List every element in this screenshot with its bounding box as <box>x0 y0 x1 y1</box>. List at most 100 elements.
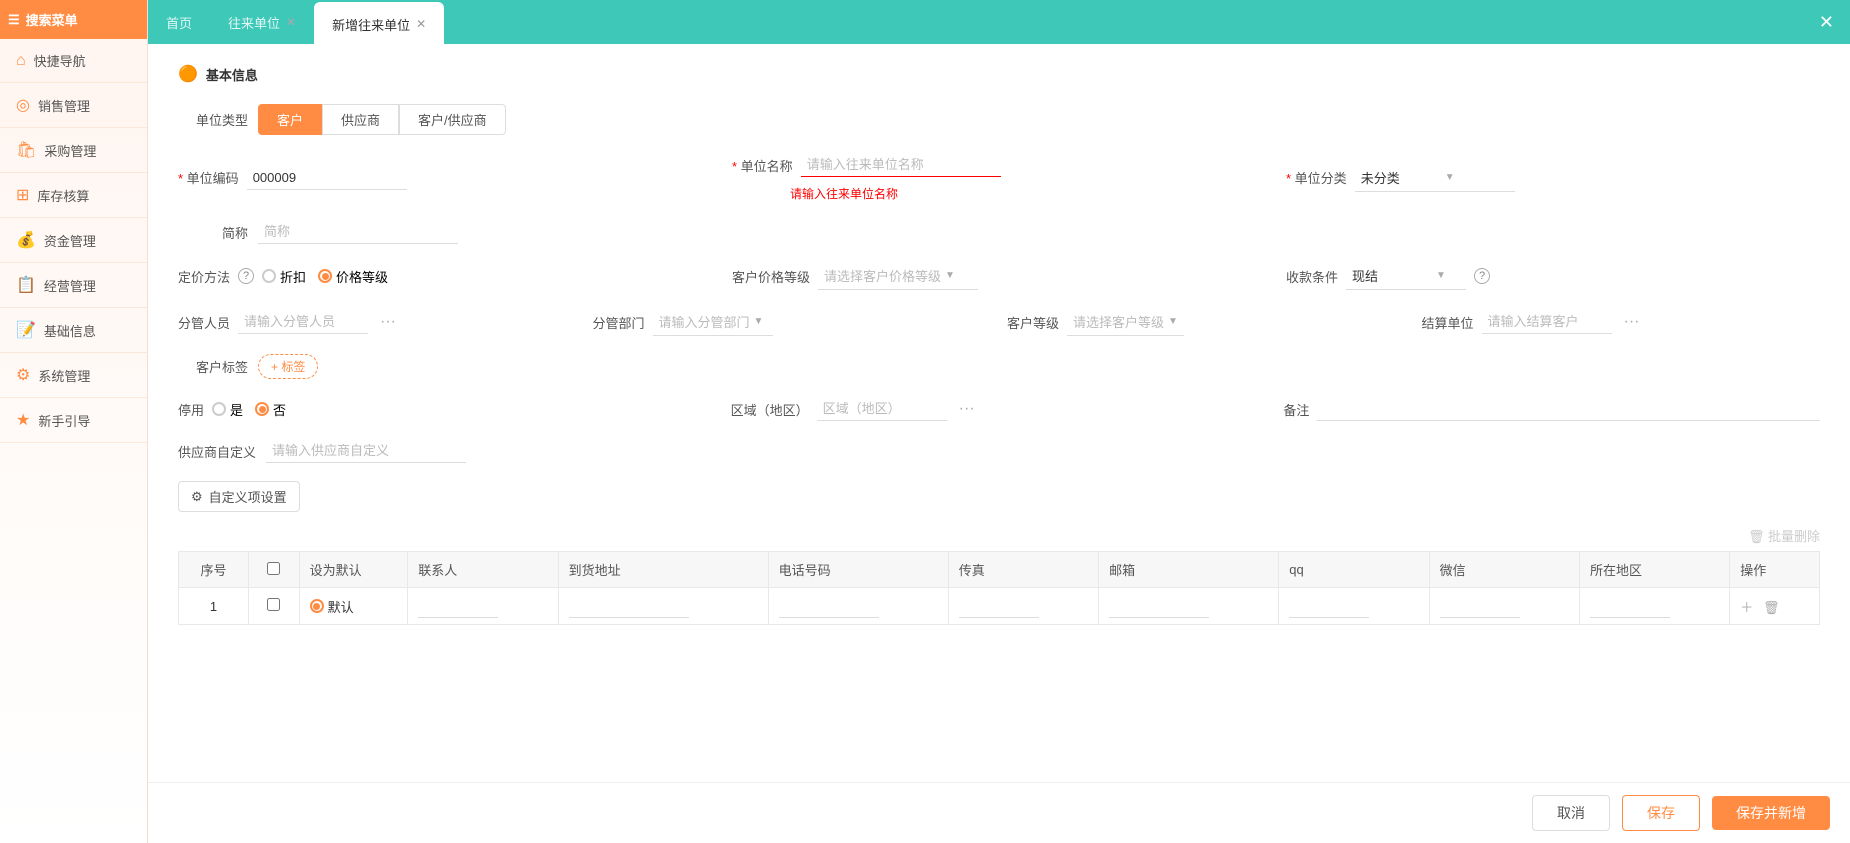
no-radio-circle <box>255 402 269 416</box>
fax-input[interactable] <box>959 594 1039 618</box>
batch-delete-button[interactable]: 🗑 批量删除 <box>178 526 1820 545</box>
settlement-more-icon[interactable]: ··· <box>1620 313 1644 331</box>
tab-home-label: 首页 <box>166 13 192 32</box>
row-qq[interactable] <box>1279 588 1429 625</box>
disable-radio-yes[interactable]: 是 <box>212 400 243 419</box>
row-email[interactable] <box>1099 588 1279 625</box>
disable-radio-no[interactable]: 否 <box>255 400 286 419</box>
cell-unit-name: 单位名称 请输入往来单位名称 <box>732 153 1266 202</box>
custom-settings-label: 自定义项设置 <box>209 487 287 506</box>
add-tag-button[interactable]: + 标签 <box>258 354 318 379</box>
unit-category-label: 单位分类 <box>1286 168 1347 187</box>
cancel-button[interactable]: 取消 <box>1532 795 1610 831</box>
row-actions: ＋ 🗑 <box>1730 588 1820 625</box>
unit-name-input[interactable] <box>801 153 1001 177</box>
short-name-input[interactable] <box>258 220 458 244</box>
area-input[interactable] <box>1590 594 1670 618</box>
row-fax[interactable] <box>948 588 1098 625</box>
col-area: 所在地区 <box>1579 552 1729 588</box>
inventory-icon: ⊞ <box>16 185 29 205</box>
custom-settings-button[interactable]: ⚙ 自定义项设置 <box>178 481 300 512</box>
qq-input[interactable] <box>1289 594 1369 618</box>
cell-dept: 分管部门 请输入分管部门 ▼ <box>593 308 992 336</box>
save-button[interactable]: 保存 <box>1622 795 1700 831</box>
cell-region: 区域（地区） ··· <box>731 397 1268 421</box>
sidebar-item-inventory[interactable]: ⊞ 库存核算 <box>0 173 147 218</box>
manager-more-icon[interactable]: ··· <box>376 313 400 331</box>
contact-input[interactable] <box>418 594 498 618</box>
table-body: 1 默认 <box>179 588 1820 625</box>
address-input[interactable] <box>569 594 689 618</box>
save-new-button[interactable]: 保存并新增 <box>1712 796 1830 830</box>
tab-new-partner-close[interactable]: ✕ <box>416 17 426 31</box>
main-area: 首页 往来单位 ✕ 新增往来单位 ✕ ✕ 🟠 基本信息 单位类型 客户 供应商 … <box>148 0 1850 843</box>
btn-both[interactable]: 客户/供应商 <box>399 104 506 135</box>
row-phone[interactable] <box>768 588 948 625</box>
dept-chevron-icon: ▼ <box>754 316 764 327</box>
tab-partners[interactable]: 往来单位 ✕ <box>210 0 314 44</box>
tab-partners-close[interactable]: ✕ <box>286 15 296 29</box>
btn-customer[interactable]: 客户 <box>258 104 322 135</box>
payment-help-icon[interactable]: ? <box>1474 268 1490 284</box>
sidebar-search-label: 搜索菜单 <box>26 10 78 29</box>
section-icon: 🟠 <box>178 64 198 84</box>
region-input[interactable] <box>817 397 947 421</box>
sidebar-item-guide[interactable]: ★ 新手引导 <box>0 398 147 443</box>
select-all-checkbox[interactable] <box>267 562 280 575</box>
btn-supplier[interactable]: 供应商 <box>322 104 399 135</box>
col-seq: 序号 <box>179 552 249 588</box>
pricing-radio-discount[interactable]: 折扣 <box>262 267 306 286</box>
customer-level-select[interactable]: 请选择客户等级 ▼ <box>1067 308 1184 336</box>
settlement-input[interactable] <box>1482 310 1612 334</box>
default-radio[interactable]: 默认 <box>310 597 398 616</box>
row-address[interactable] <box>558 588 768 625</box>
remark-input[interactable] <box>1317 397 1820 421</box>
sidebar-search[interactable]: ☰ 搜索菜单 <box>0 0 147 39</box>
dept-select[interactable]: 请输入分管部门 ▼ <box>653 308 773 336</box>
unit-category-select[interactable]: 未分类 ▼ <box>1355 164 1515 192</box>
operations-icon: 📋 <box>16 275 36 295</box>
delete-row-icon[interactable]: 🗑 <box>1763 600 1780 615</box>
manager-input[interactable] <box>238 310 368 334</box>
search-icon: ☰ <box>8 12 20 28</box>
price-level-select[interactable]: 请选择客户价格等级 ▼ <box>818 262 978 290</box>
sidebar-item-quick-nav[interactable]: ⌂ 快捷导航 <box>0 39 147 83</box>
pricing-radio-level[interactable]: 价格等级 <box>318 267 388 286</box>
tab-home[interactable]: 首页 <box>148 0 210 44</box>
unit-code-label: 单位编码 <box>178 168 239 187</box>
window-close-button[interactable]: ✕ <box>1803 12 1850 33</box>
region-more-icon[interactable]: ··· <box>955 400 979 418</box>
contact-table: 序号 设为默认 联系人 到货地址 电话号码 传真 邮箱 qq 微信 所在地区 操… <box>178 551 1820 625</box>
remark-label: 备注 <box>1283 400 1309 419</box>
sidebar-item-system[interactable]: ⚙ 系统管理 <box>0 353 147 398</box>
tab-new-partner[interactable]: 新增往来单位 ✕ <box>314 2 444 46</box>
pricing-help-icon[interactable]: ? <box>238 268 254 284</box>
sidebar-item-basic-info[interactable]: 📝 基础信息 <box>0 308 147 353</box>
row-select-checkbox[interactable] <box>267 598 280 611</box>
supplier-custom-input[interactable] <box>266 439 466 463</box>
sidebar-item-operations[interactable]: 📋 经营管理 <box>0 263 147 308</box>
payment-select[interactable]: 现结 ▼ <box>1346 262 1466 290</box>
sidebar-item-finance[interactable]: 💰 资金管理 <box>0 218 147 263</box>
row-disable-region-remark: 停用 是 否 区域（地区） ··· 备注 <box>178 397 1820 421</box>
row-wechat[interactable] <box>1429 588 1579 625</box>
default-radio-circle <box>310 599 324 613</box>
row-checkbox[interactable] <box>248 588 299 625</box>
row-area[interactable] <box>1579 588 1729 625</box>
email-input[interactable] <box>1109 594 1209 618</box>
col-checkbox[interactable] <box>248 552 299 588</box>
sidebar-item-purchase[interactable]: 🛍 采购管理 <box>0 128 147 173</box>
price-level-chevron-icon: ▼ <box>945 270 955 281</box>
chevron-down-icon: ▼ <box>1445 172 1455 183</box>
sidebar-label-operations: 经营管理 <box>44 276 96 295</box>
wechat-input[interactable] <box>1440 594 1520 618</box>
add-row-icon[interactable]: ＋ <box>1740 600 1753 615</box>
phone-input[interactable] <box>779 594 879 618</box>
sidebar-item-sales[interactable]: ◎ 销售管理 <box>0 83 147 128</box>
unit-code-input[interactable] <box>247 166 407 190</box>
table-row: 1 默认 <box>179 588 1820 625</box>
supplier-custom-label: 供应商自定义 <box>178 442 256 461</box>
unit-name-error: 请输入往来单位名称 <box>790 185 898 202</box>
default-label: 默认 <box>328 597 354 616</box>
row-contact[interactable] <box>408 588 558 625</box>
